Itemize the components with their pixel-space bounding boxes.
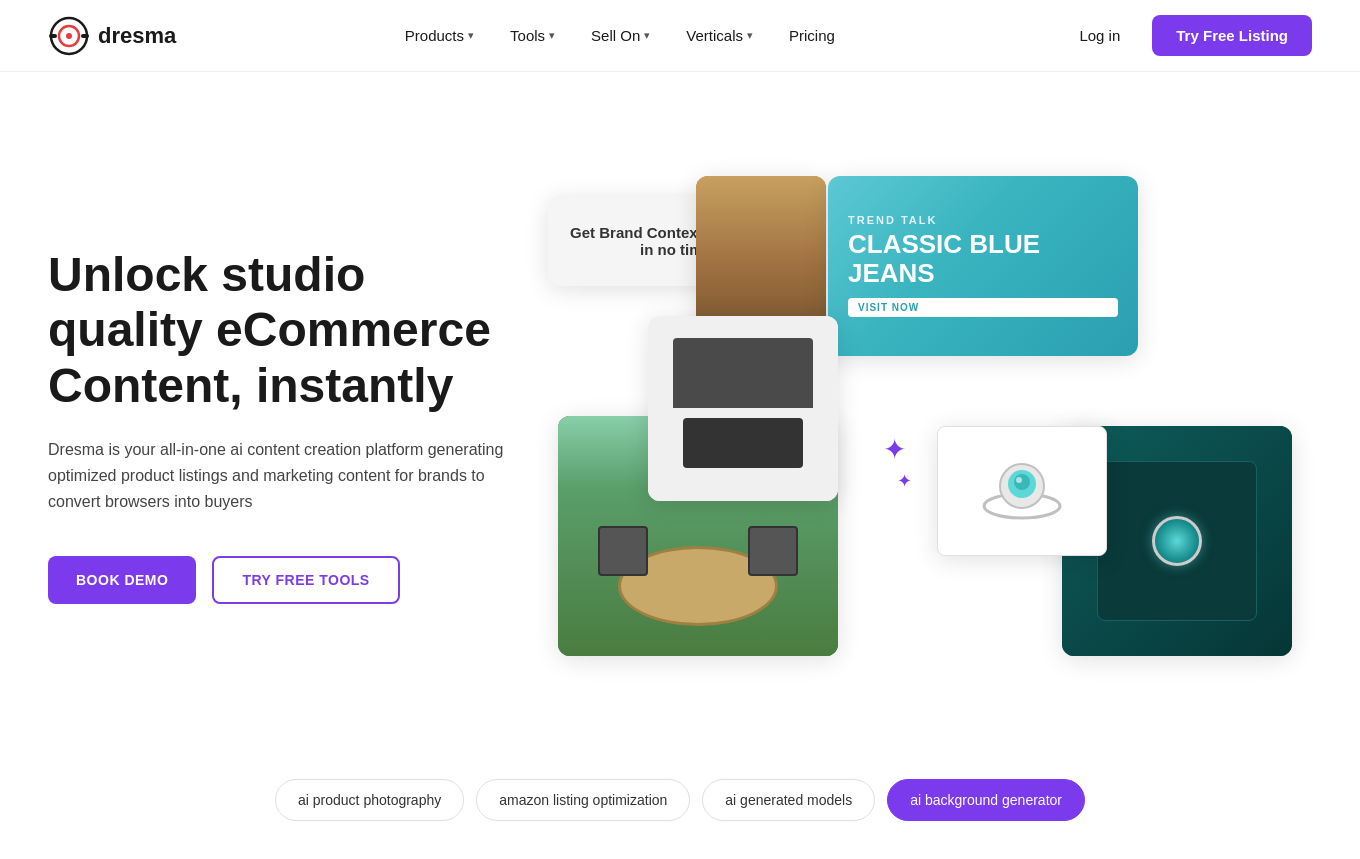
tag-amazon-listing-optimization[interactable]: amazon listing optimization bbox=[476, 779, 690, 821]
ring-gem bbox=[1152, 516, 1202, 566]
trend-talk-card: TREND TALK CLASSIC BLUE JEANS VISIT NOW bbox=[828, 176, 1138, 356]
chevron-down-icon: ▾ bbox=[468, 29, 474, 42]
nav-links: Products ▾ Tools ▾ Sell On ▾ Verticals ▾… bbox=[391, 19, 849, 52]
furniture-chair-set bbox=[668, 338, 818, 478]
trend-main-text: CLASSIC BLUE JEANS bbox=[848, 230, 1118, 287]
nav-actions: Log in Try Free Listing bbox=[1063, 15, 1312, 56]
chair-left bbox=[598, 526, 648, 576]
hero-title: Unlock studio quality eCommerce Content,… bbox=[48, 247, 508, 413]
tag-ai-product-photography[interactable]: ai product photography bbox=[275, 779, 464, 821]
ring-white-bg bbox=[938, 427, 1106, 555]
nav-item-pricing[interactable]: Pricing bbox=[775, 19, 849, 52]
tags-section: ai product photography amazon listing op… bbox=[0, 759, 1360, 859]
book-demo-button[interactable]: BOOK DEMO bbox=[48, 556, 196, 604]
logo-icon bbox=[48, 15, 90, 57]
svg-rect-4 bbox=[81, 34, 89, 38]
logo-text: dresma bbox=[98, 23, 176, 49]
hero-buttons: BOOK DEMO TRY FREE TOOLS bbox=[48, 556, 508, 604]
chevron-down-icon: ▾ bbox=[644, 29, 650, 42]
furniture-white-bg bbox=[648, 316, 838, 501]
svg-point-9 bbox=[1016, 477, 1022, 483]
nav-item-products[interactable]: Products ▾ bbox=[391, 19, 488, 52]
chevron-down-icon: ▾ bbox=[747, 29, 753, 42]
svg-rect-3 bbox=[49, 34, 57, 38]
login-button[interactable]: Log in bbox=[1063, 19, 1136, 52]
chevron-down-icon: ▾ bbox=[549, 29, 555, 42]
svg-point-2 bbox=[66, 33, 72, 39]
try-free-listing-button[interactable]: Try Free Listing bbox=[1152, 15, 1312, 56]
trend-sub-text: TREND TALK bbox=[848, 214, 1118, 226]
furniture-overlay-card bbox=[648, 316, 838, 501]
trend-cta-button: VISIT NOW bbox=[848, 298, 1118, 317]
ring-white-overlay bbox=[937, 426, 1107, 556]
nav-item-sell-on[interactable]: Sell On ▾ bbox=[577, 19, 664, 52]
hero-left: Unlock studio quality eCommerce Content,… bbox=[48, 247, 508, 604]
ring-item bbox=[972, 451, 1072, 531]
ring-box bbox=[1097, 461, 1257, 621]
hero-section: Unlock studio quality eCommerce Content,… bbox=[0, 72, 1360, 759]
chair-back bbox=[673, 338, 813, 408]
nav-item-tools[interactable]: Tools ▾ bbox=[496, 19, 569, 52]
logo[interactable]: dresma bbox=[48, 15, 176, 57]
nav-item-verticals[interactable]: Verticals ▾ bbox=[672, 19, 767, 52]
hero-description: Dresma is your all-in-one ai content cre… bbox=[48, 437, 508, 516]
navigation: dresma Products ▾ Tools ▾ Sell On ▾ Vert… bbox=[0, 0, 1360, 72]
tag-ai-background-generator[interactable]: ai background generator bbox=[887, 779, 1085, 821]
tag-ai-generated-models[interactable]: ai generated models bbox=[702, 779, 875, 821]
chair-right bbox=[748, 526, 798, 576]
hero-right-collage: Get Brand Contextual Imagery in no time!… bbox=[548, 176, 1312, 676]
try-free-tools-button[interactable]: TRY FREE TOOLS bbox=[212, 556, 399, 604]
chair-seat bbox=[683, 418, 803, 468]
sparkles-decoration: ✦✦ bbox=[883, 436, 912, 492]
svg-point-8 bbox=[1014, 474, 1030, 490]
